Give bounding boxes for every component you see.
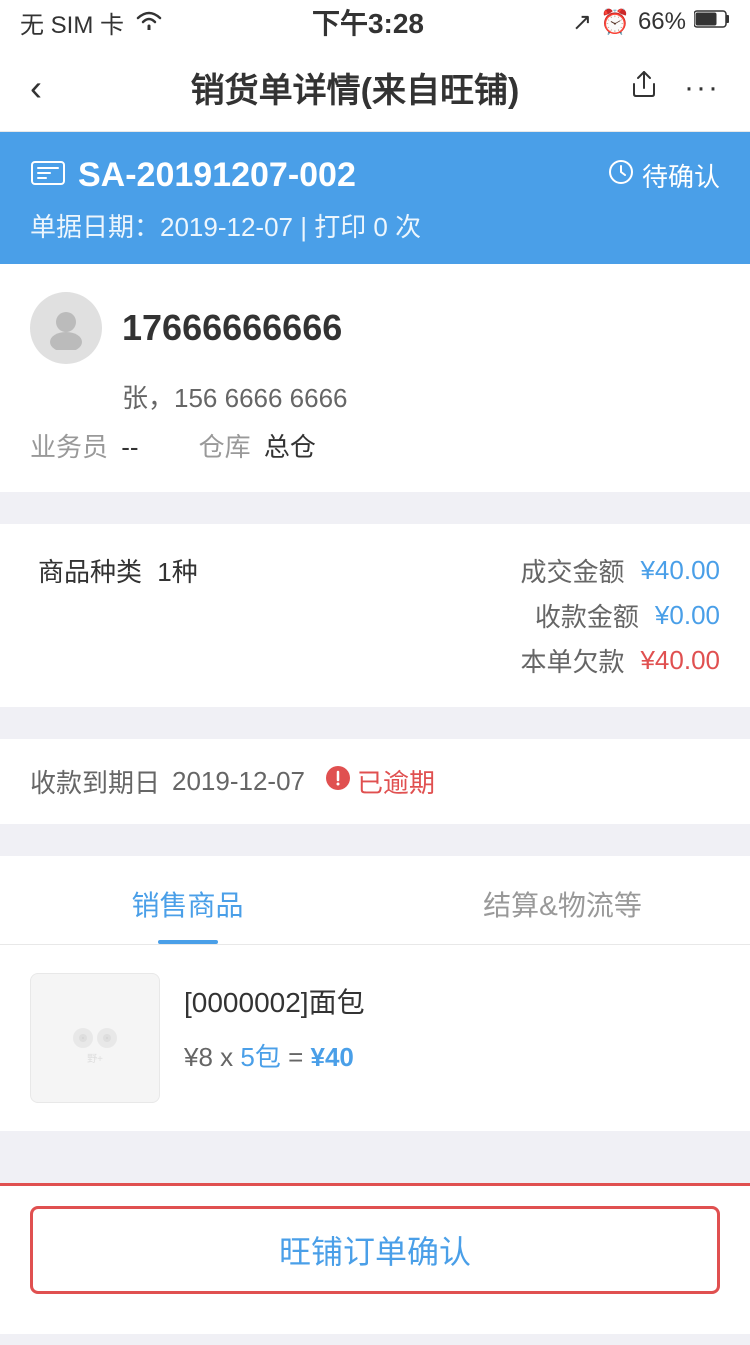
confirm-btn-container: 旺铺订单确认 [0,1183,750,1334]
nav-bar: ‹ 销货单详情(来自旺铺) ··· [0,44,750,132]
order-header-top: SA-20191207-002 待确认 [30,156,720,195]
carrier-label: 无 SIM 卡 [20,5,124,40]
status-bar: 无 SIM 卡 下午3:28 ↗ ⏰ 66% [0,0,750,44]
overdue-badge: 已逾期 [325,763,435,800]
order-id: SA-20191207-002 [30,156,356,195]
customer-meta: 业务员 -- 仓库 总仓 [30,427,720,464]
product-image: 野+ [30,973,160,1103]
product-name: [0000002]面包 [184,981,720,1021]
tab-sales-goods[interactable]: 销售商品 [0,856,375,944]
back-button[interactable]: ‹ [30,67,90,109]
order-icon [30,156,66,195]
divider-1 [0,508,750,524]
customer-top: 17666666666 [30,292,720,364]
divider-3 [0,840,750,856]
nav-actions: ··· [620,68,720,107]
wifi-icon [134,8,164,37]
battery-label: 66% [638,8,686,36]
warehouse-item: 仓库 总仓 [199,427,316,464]
battery-icon [694,8,730,36]
confirm-order-button[interactable]: 旺铺订单确认 [30,1206,720,1294]
goods-type-item: 商品种类 1种 [30,552,198,589]
page-title: 销货单详情(来自旺铺) [90,63,620,112]
tab-bar: 销售商品 结算&物流等 [0,856,750,945]
collected-row: 收款金额 ¥0.00 [535,597,720,634]
product-price: ¥8 x 5包 = ¥40 [184,1037,720,1074]
divider-2 [0,723,750,739]
warning-icon [325,765,351,798]
product-card: 野+ [0000002]面包 ¥8 x 5包 = ¥40 [0,945,750,1131]
due-date-card: 收款到期日 2019-12-07 已逾期 [0,739,750,824]
summary-right: 成交金额 ¥40.00 收款金额 ¥0.00 本单欠款 ¥40.00 [520,552,720,679]
order-status: 待确认 [608,157,720,194]
customer-avatar [30,292,102,364]
order-header: SA-20191207-002 待确认 单据日期：2019-12-07 | 打印… [0,132,750,264]
customer-phone: 17666666666 [122,307,342,349]
salesperson-item: 业务员 -- [30,427,139,464]
owed-row: 本单欠款 ¥40.00 [520,642,720,679]
location-icon: ↗ [572,8,592,37]
customer-card: 17666666666 张，156 6666 6666 业务员 -- 仓库 总仓 [0,264,750,492]
order-date: 单据日期：2019-12-07 | 打印 0 次 [30,207,720,244]
status-left: 无 SIM 卡 [20,5,164,40]
svg-text:野+: 野+ [87,1053,103,1065]
status-time: 下午3:28 [312,2,424,42]
tab-settlement[interactable]: 结算&物流等 [375,856,750,944]
customer-name-phone: 张，156 6666 6666 [122,378,720,415]
product-info: [0000002]面包 ¥8 x 5包 = ¥40 [184,973,720,1074]
share-icon[interactable] [628,68,660,107]
status-right: ↗ ⏰ 66% [572,8,730,37]
alarm-icon: ⏰ [600,8,630,37]
summary-left: 商品种类 1种 [30,552,198,589]
deal-amount-row: 成交金额 ¥40.00 [520,552,720,589]
summary-card: 商品种类 1种 成交金额 ¥40.00 收款金额 ¥0.00 本单欠款 ¥40.… [0,524,750,707]
more-icon[interactable]: ··· [684,71,720,105]
clock-icon [608,159,634,192]
